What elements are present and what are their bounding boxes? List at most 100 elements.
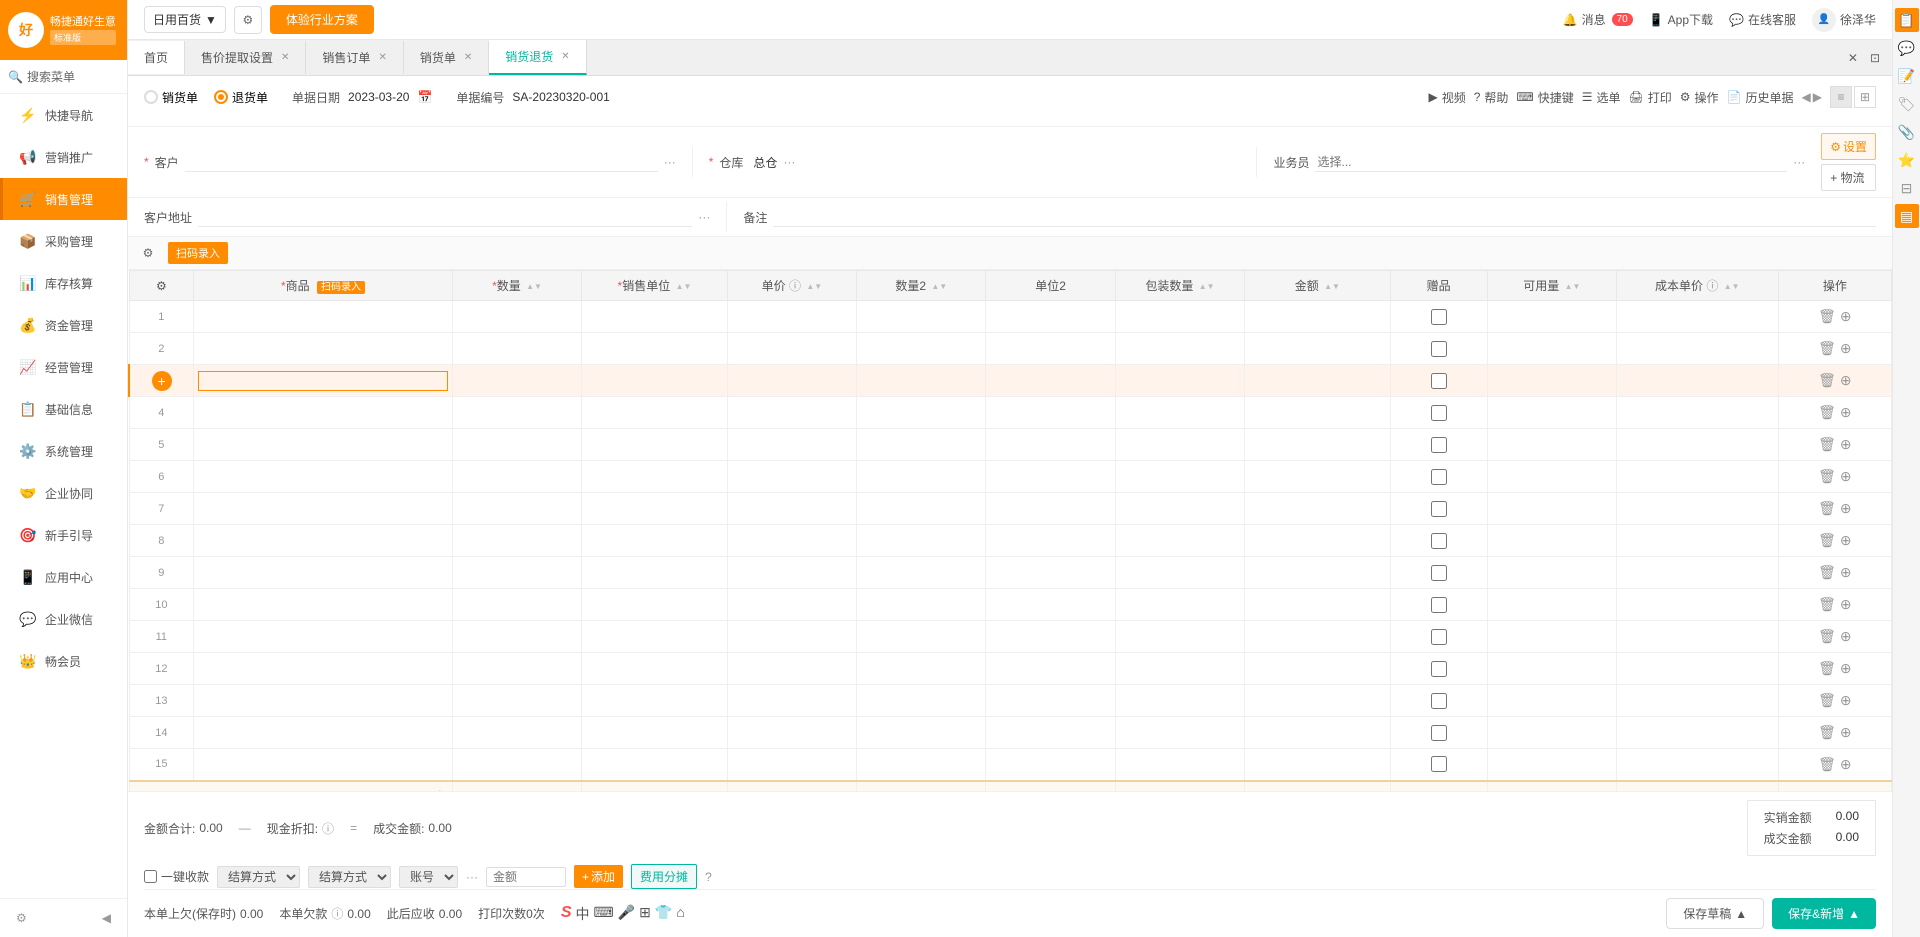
settings-gear-btn[interactable]: ⚙: [234, 6, 262, 34]
row-12-gift-checkbox[interactable]: [1431, 661, 1447, 677]
user-profile-btn[interactable]: 👤 徐泽华: [1812, 8, 1876, 32]
row-2-amount[interactable]: [1245, 333, 1391, 365]
tab-sales-order[interactable]: 销售订单 ✕: [306, 41, 403, 74]
row-10-delete-btn[interactable]: 🗑: [1818, 596, 1836, 613]
row-6-gift-checkbox[interactable]: [1431, 469, 1447, 485]
tab-sales-return[interactable]: 销货退货 ✕: [489, 40, 586, 75]
tab-close-all-btn[interactable]: ✕: [1844, 47, 1862, 69]
settings-btn[interactable]: ⚙ 设置: [1821, 133, 1876, 160]
sidebar-item-member[interactable]: 👑 畅会员: [0, 640, 127, 682]
price-sort-icon[interactable]: ▲▼: [806, 282, 822, 291]
tool-icon-2[interactable]: ⌨: [593, 904, 613, 924]
row-1-delete-btn[interactable]: 🗑: [1818, 308, 1836, 325]
customer-input[interactable]: [185, 153, 658, 172]
tab-sales-delivery[interactable]: 销货单 ✕: [404, 41, 489, 74]
row-12-copy-btn[interactable]: ⊕: [1840, 660, 1852, 677]
cost-sort-icon[interactable]: ▲▼: [1724, 282, 1740, 291]
unit-sort-icon[interactable]: ▲▼: [676, 282, 692, 291]
row-2-qty[interactable]: [452, 333, 581, 365]
right-sidebar-tag-icon[interactable]: 🏷: [1895, 92, 1919, 116]
row-3-price[interactable]: [727, 365, 856, 397]
sidebar-item-enterprise[interactable]: 🤝 企业协同: [0, 472, 127, 514]
pkg-sort-icon[interactable]: ▲▼: [1199, 282, 1215, 291]
row-9-delete-btn[interactable]: 🗑: [1818, 564, 1836, 581]
row-14-delete-btn[interactable]: 🗑: [1818, 724, 1836, 741]
row-3-avail[interactable]: [1487, 365, 1616, 397]
row-2-unit[interactable]: [582, 333, 728, 365]
right-sidebar-scan-icon[interactable]: ⊟: [1895, 176, 1919, 200]
sidebar-item-basic-info[interactable]: 📋 基础信息: [0, 388, 127, 430]
row-2-gift-checkbox[interactable]: [1431, 341, 1447, 357]
row-2-qty2[interactable]: [857, 333, 986, 365]
next-record-btn[interactable]: ▶: [1813, 90, 1822, 104]
th-settings[interactable]: ⚙: [129, 271, 194, 301]
save-draft-btn[interactable]: 保存草稿 ▲: [1666, 898, 1764, 929]
print-btn[interactable]: 🖨 打印: [1629, 89, 1672, 106]
scan-input-btn[interactable]: 扫码录入: [168, 242, 228, 264]
row-6-copy-btn[interactable]: ⊕: [1840, 468, 1852, 485]
tool-icon-3[interactable]: 🎤: [618, 904, 635, 924]
row-2-copy-btn[interactable]: ⊕: [1840, 340, 1852, 357]
tab-price-setting[interactable]: 售价提取设置 ✕: [185, 41, 306, 74]
row-3-add-cell[interactable]: +: [129, 365, 194, 397]
row-3-amount[interactable]: [1245, 365, 1391, 397]
right-sidebar-panel-icon[interactable]: ▤: [1895, 204, 1919, 228]
row-1-qty2[interactable]: [857, 301, 986, 333]
sidebar-item-guide[interactable]: 🎯 新手引导: [0, 514, 127, 556]
row-10-copy-btn[interactable]: ⊕: [1840, 596, 1852, 613]
row-2-unit2[interactable]: [986, 333, 1115, 365]
tab-sales-order-close[interactable]: ✕: [378, 52, 386, 63]
sidebar-item-sales[interactable]: 🛒 销售管理: [0, 178, 127, 220]
tab-price-setting-close[interactable]: ✕: [281, 52, 289, 63]
right-sidebar-log-icon[interactable]: 📝: [1895, 64, 1919, 88]
sidebar-item-operations[interactable]: 📈 经营管理: [0, 346, 127, 388]
sidebar-settings-btn[interactable]: ⚙: [8, 907, 35, 929]
tab-maximize-btn[interactable]: ⊡: [1866, 47, 1884, 69]
row-1-price[interactable]: [727, 301, 856, 333]
row-4-gift-checkbox[interactable]: [1431, 405, 1447, 421]
row-3-gift-checkbox[interactable]: [1431, 373, 1447, 389]
right-sidebar-star-icon[interactable]: ⭐: [1895, 148, 1919, 172]
payment-method-select[interactable]: 结算方式: [217, 866, 300, 888]
customer-search-btn[interactable]: ···: [664, 155, 676, 169]
sidebar-item-marketing[interactable]: 📢 营销推广: [0, 136, 127, 178]
row-2-gift[interactable]: [1390, 333, 1487, 365]
tool-icon-5[interactable]: 👕: [655, 904, 672, 924]
row-3-product-input[interactable]: [198, 371, 448, 391]
account-method-select[interactable]: 结算方式: [308, 866, 391, 888]
row-11-gift-checkbox[interactable]: [1431, 629, 1447, 645]
row-2-pkg[interactable]: [1115, 333, 1244, 365]
one-click-payment-label[interactable]: 一键收款: [144, 868, 209, 885]
row-3-qty2[interactable]: [857, 365, 986, 397]
amount-input[interactable]: [486, 867, 566, 887]
row-15-copy-btn[interactable]: ⊕: [1840, 756, 1852, 773]
row-1-avail[interactable]: [1487, 301, 1616, 333]
avail-sort-icon[interactable]: ▲▼: [1565, 282, 1581, 291]
row-3-copy-btn[interactable]: ⊕: [1840, 372, 1852, 389]
row-2-avail[interactable]: [1487, 333, 1616, 365]
online-service-btn[interactable]: 💬 在线客服: [1729, 11, 1796, 28]
row-1-gift[interactable]: [1390, 301, 1487, 333]
row-5-delete-btn[interactable]: 🗑: [1818, 436, 1836, 453]
operate-btn[interactable]: ⚙ 操作: [1680, 89, 1719, 106]
row-13-copy-btn[interactable]: ⊕: [1840, 692, 1852, 709]
sidebar-item-wechat[interactable]: 💬 企业微信: [0, 598, 127, 640]
logistics-btn[interactable]: + 物流: [1821, 164, 1876, 191]
fenpai-help-icon[interactable]: ?: [705, 870, 712, 884]
table-settings-btn[interactable]: ⚙: [136, 241, 160, 265]
row-1-pkg[interactable]: [1115, 301, 1244, 333]
shortcut-btn[interactable]: ⌨ 快捷键: [1516, 89, 1573, 106]
row-3-product[interactable]: [194, 365, 453, 397]
warehouse-search-btn[interactable]: ···: [783, 155, 795, 169]
row-11-delete-btn[interactable]: 🗑: [1818, 628, 1836, 645]
right-sidebar-message-icon[interactable]: 💬: [1895, 36, 1919, 60]
row-13-gift-checkbox[interactable]: [1431, 693, 1447, 709]
sidebar-item-quick-nav[interactable]: ⚡ 快捷导航: [0, 94, 127, 136]
row-3-delete-btn[interactable]: 🗑: [1818, 372, 1836, 389]
add-row-btn[interactable]: +: [152, 371, 172, 391]
radio-sales-return[interactable]: 退货单: [214, 89, 268, 106]
prev-record-btn[interactable]: ◀: [1802, 90, 1811, 104]
row-1-amount[interactable]: [1245, 301, 1391, 333]
tool-icon-1[interactable]: 中: [575, 904, 589, 924]
tool-icon-4[interactable]: ⊞: [639, 904, 651, 924]
